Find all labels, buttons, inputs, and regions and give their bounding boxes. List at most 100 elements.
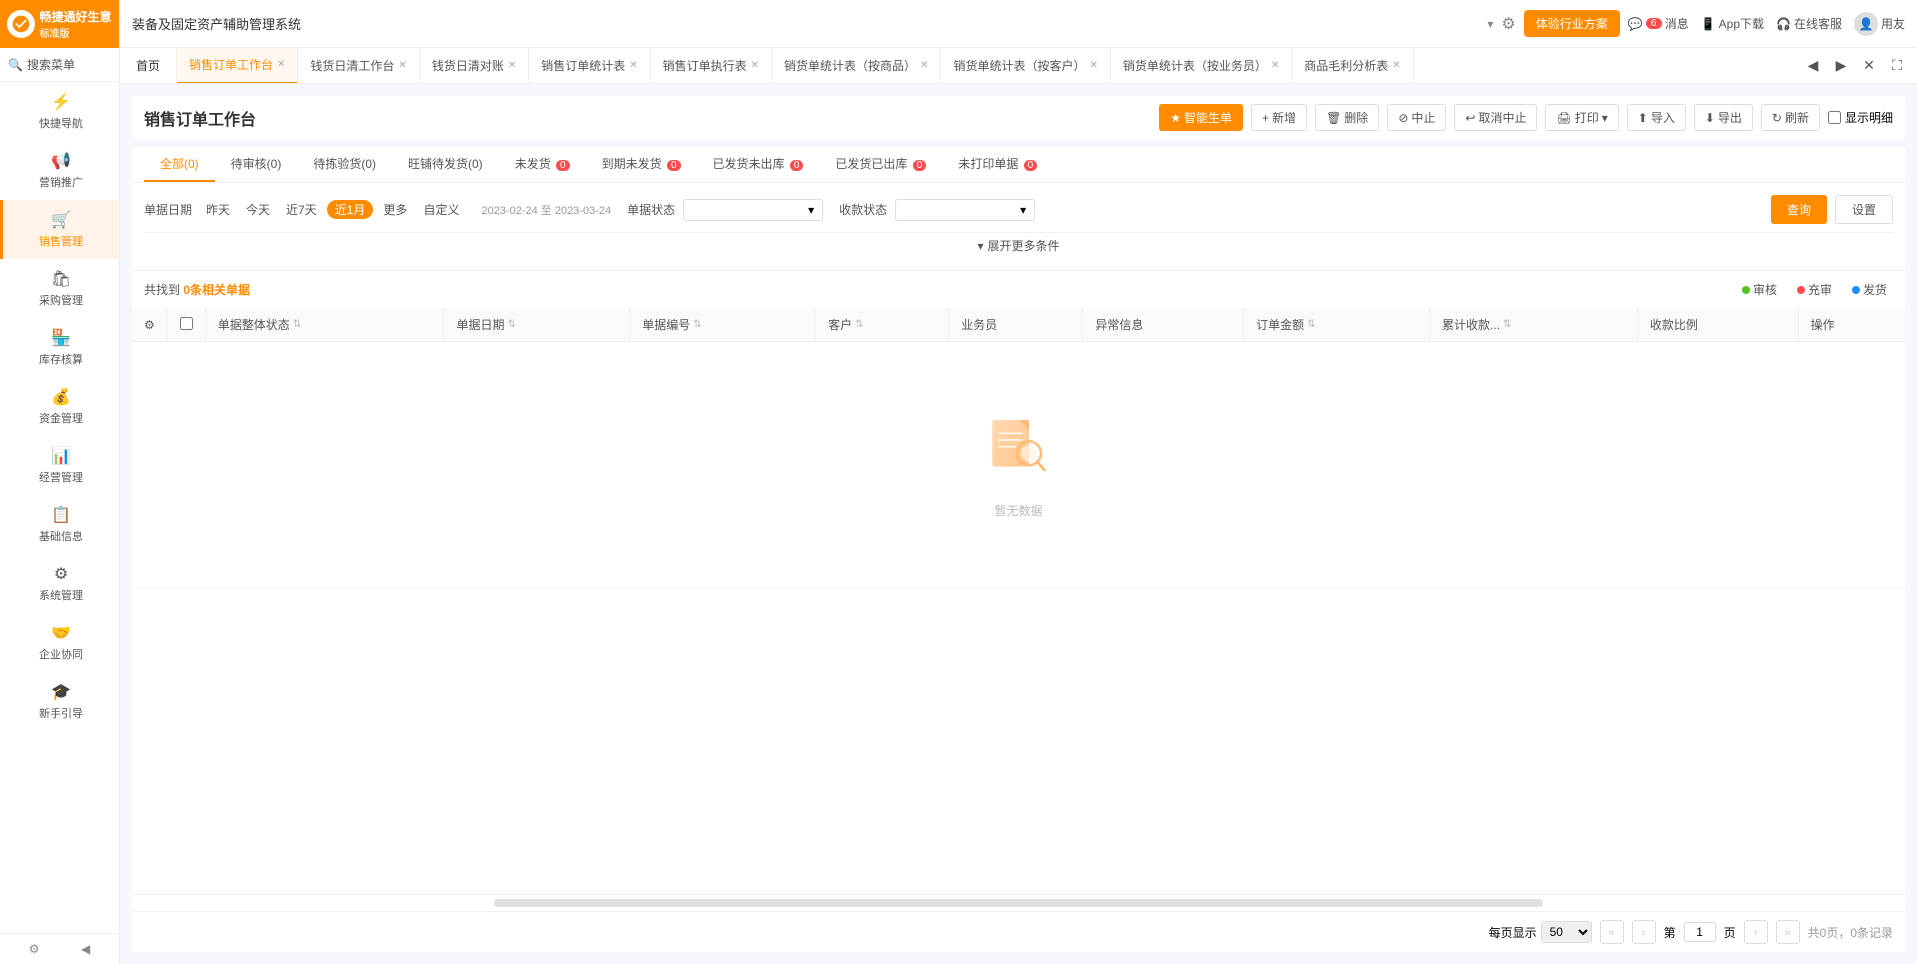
expand-btn[interactable]: ▾ 展开更多条件 [144,232,1893,258]
filter-tab-all[interactable]: 全部(0) [144,147,215,182]
tab-sales-stat-customer[interactable]: 销货单统计表（按客户） ✕ [941,48,1110,84]
th-received[interactable]: 累计收款...⇅ [1429,308,1637,342]
settings-icon[interactable]: ⚙ [29,942,40,956]
filter-tab-not-shipped[interactable]: 未发货 0 [499,147,586,182]
last-page-btn[interactable]: » [1776,920,1800,944]
show-detail-label[interactable]: 显示明细 [1828,109,1893,126]
shortcut-today[interactable]: 今天 [240,199,276,220]
sidebar-item-system[interactable]: ⚙ 系统管理 [0,554,119,613]
filter-tab-shipped-warehoused[interactable]: 已发货已出库 0 [819,147,942,182]
th-settings[interactable]: ⚙ [132,308,167,342]
guide-icon: 🎓 [51,682,71,702]
sidebar-item-sales[interactable]: 🛒 销售管理 [0,200,119,259]
horizontal-scrollbar[interactable] [494,899,1543,907]
page-size-dropdown[interactable]: 10 20 50 100 [1541,921,1592,943]
page-goto-label: 第 [1664,924,1676,941]
sidebar-search-item[interactable]: 🔍 搜索菜单 [0,48,119,82]
sidebar-item-operations[interactable]: 📊 经营管理 [0,436,119,495]
delete-btn[interactable]: 🗑 删除 [1315,104,1379,131]
gear-icon[interactable]: ⚙ [1501,14,1515,34]
shortcut-yesterday[interactable]: 昨天 [200,199,236,220]
inventory-icon: 🏪 [51,328,71,348]
sidebar-item-quick-nav[interactable]: ⚡ 快捷导航 [0,82,119,141]
tab-close-all-btn[interactable]: ✕ [1857,54,1881,78]
new-btn[interactable]: + 新增 [1251,104,1307,131]
shortcut-1month[interactable]: 近1月 [327,200,374,219]
tab-sales-stat-close[interactable]: ✕ [629,60,637,71]
stop-icon: ⊘ [1398,111,1408,125]
tab-cash-reconcile-close[interactable]: ✕ [508,60,516,71]
tab-home[interactable]: 首页 [120,48,177,84]
tab-next-btn[interactable]: ▶ [1829,54,1853,78]
app-download-btn[interactable]: 📱 App下载 [1701,15,1764,32]
tab-sales-stat-product-close[interactable]: ✕ [920,60,928,71]
sidebar-item-finance[interactable]: 💰 资金管理 [0,377,119,436]
prev-page-btn[interactable]: ‹ [1632,920,1656,944]
stop-btn[interactable]: ⊘ 中止 [1387,104,1446,131]
user-menu[interactable]: 👤 用友 [1854,12,1905,36]
sidebar-item-enterprise[interactable]: 🤝 企业协同 [0,613,119,672]
sidebar-item-base-info[interactable]: 📋 基础信息 [0,495,119,554]
online-service-btn[interactable]: 🎧 在线客服 [1776,15,1842,32]
tab-cash-daily[interactable]: 钱货日清工作台 ✕ [298,48,419,84]
cancel-stop-btn[interactable]: ↩ 取消中止 [1454,104,1537,131]
th-check[interactable] [167,308,205,342]
filter-tab-pending-review[interactable]: 待审核(0) [215,147,298,182]
print-btn[interactable]: 🖨 打印 ▾ [1545,104,1618,131]
tab-sales-stat-customer-close[interactable]: ✕ [1089,60,1097,71]
tab-sales-order-close[interactable]: ✕ [277,59,285,70]
tab-sales-order[interactable]: 销售订单工作台 ✕ [177,48,298,84]
select-all-checkbox[interactable] [180,317,193,330]
tab-maximize-btn[interactable]: ⛶ [1885,54,1909,78]
th-number[interactable]: 单据编号⇅ [630,308,816,342]
tab-sales-stat-product[interactable]: 销货单统计表（按商品） ✕ [772,48,941,84]
shortcut-custom[interactable]: 自定义 [417,199,465,220]
next-page-btn[interactable]: › [1744,920,1768,944]
solution-btn[interactable]: 体验行业方案 [1524,10,1620,37]
filter-tab-pending-inspect[interactable]: 待拣验货(0) [297,147,392,182]
sidebar-item-inventory[interactable]: 🏪 库存核算 [0,318,119,377]
show-detail-checkbox[interactable] [1828,111,1841,124]
tab-sales-stat[interactable]: 销售订单统计表 ✕ [529,48,650,84]
payment-select[interactable]: ▾ [895,199,1035,221]
scrollbar-area[interactable] [132,894,1905,911]
tab-product-margin-close[interactable]: ✕ [1392,60,1400,71]
tab-sales-exec[interactable]: 销售订单执行表 ✕ [651,48,772,84]
review-action-btn[interactable]: 审核 [1736,279,1783,300]
message-btn[interactable]: 💬 6 消息 [1628,15,1689,32]
shortcut-more[interactable]: 更多 [377,199,413,220]
tab-sales-stat-staff[interactable]: 销货单统计表（按业务员） ✕ [1111,48,1292,84]
page-number-input[interactable] [1684,922,1716,942]
filter-tab-overdue-not-shipped[interactable]: 到期未发货 0 [586,147,697,182]
expand-arrow-icon[interactable]: ▾ [1487,17,1493,31]
tab-sales-exec-close[interactable]: ✕ [751,60,759,71]
export-btn[interactable]: ⬇ 导出 [1694,104,1753,131]
status-select[interactable]: ▾ [683,199,823,221]
filter-tab-shipped-not-warehoused[interactable]: 已发货未出库 0 [697,147,820,182]
filter-tab-wangpu[interactable]: 旺铺待发货(0) [392,147,499,182]
th-amount[interactable]: 订单金额⇅ [1244,308,1430,342]
th-customer[interactable]: 客户⇅ [816,308,949,342]
tab-cash-reconcile[interactable]: 钱货日清对账 ✕ [420,48,529,84]
collapse-icon[interactable]: ◀ [81,942,90,956]
data-table: ⚙ 单据整体状态⇅ 单据日期⇅ 单据编号⇅ [132,308,1905,588]
th-date[interactable]: 单据日期⇅ [444,308,630,342]
query-btn[interactable]: 查询 [1771,195,1827,224]
th-status[interactable]: 单据整体状态⇅ [205,308,444,342]
tab-cash-daily-close[interactable]: ✕ [398,60,406,71]
shortcut-7days[interactable]: 近7天 [280,199,323,220]
tab-product-margin[interactable]: 商品毛利分析表 ✕ [1292,48,1413,84]
tab-prev-btn[interactable]: ◀ [1801,54,1825,78]
first-page-btn[interactable]: « [1600,920,1624,944]
sidebar-item-guide[interactable]: 🎓 新手引导 [0,672,119,731]
tab-sales-stat-staff-close[interactable]: ✕ [1271,60,1279,71]
import-btn[interactable]: ⬆ 导入 [1627,104,1686,131]
ship-action-btn[interactable]: 发货 [1846,279,1893,300]
smart-create-btn[interactable]: ★ 智能生单 [1159,104,1243,131]
sidebar-item-purchase[interactable]: 🛍 采购管理 [0,259,119,318]
filter-settings-btn[interactable]: 设置 [1835,195,1893,224]
filter-tab-not-printed[interactable]: 未打印单据 0 [942,147,1053,182]
cancel-review-action-btn[interactable]: 充审 [1791,279,1838,300]
refresh-btn[interactable]: ↻ 刷新 [1761,104,1820,131]
sidebar-item-marketing[interactable]: 📢 营销推广 [0,141,119,200]
